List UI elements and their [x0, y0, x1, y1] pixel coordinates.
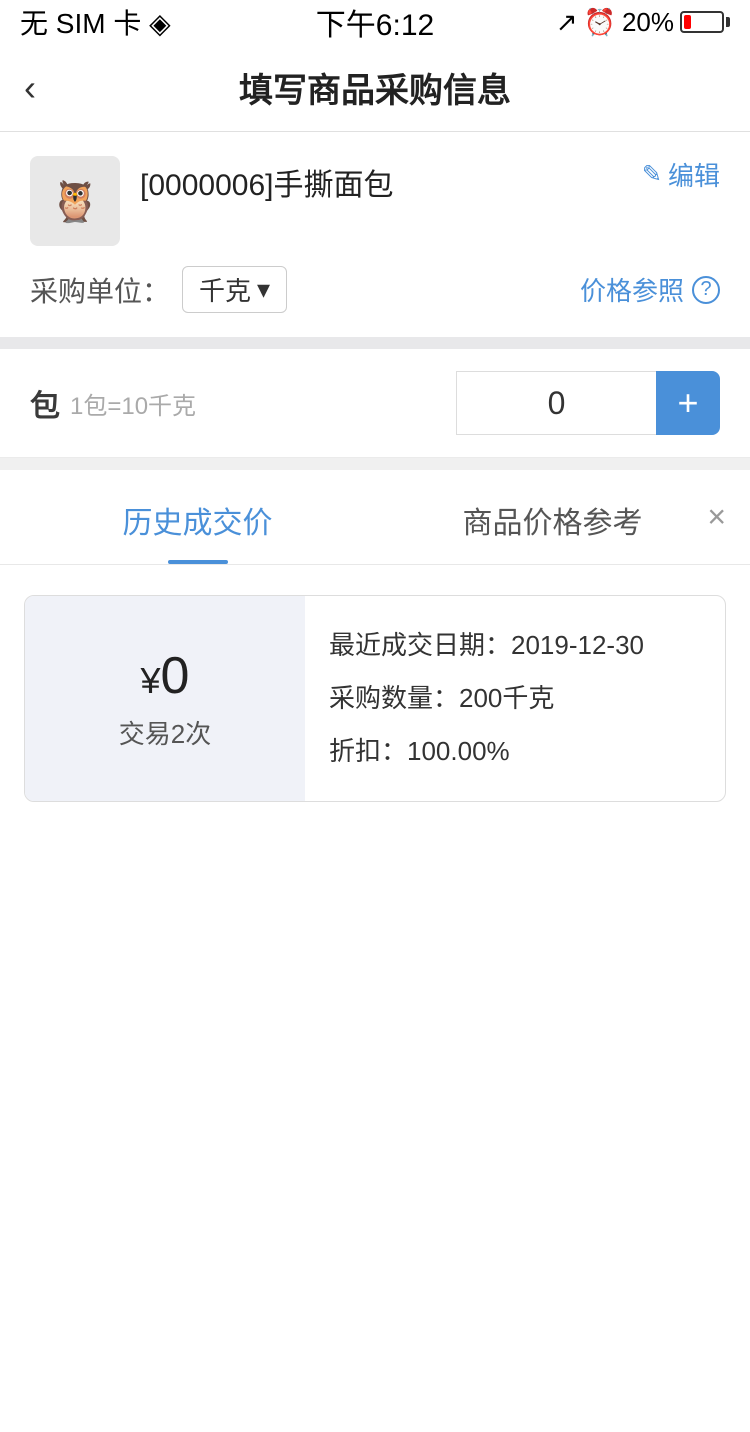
edit-label: 编辑: [668, 156, 720, 193]
status-bar: 无 SIM 卡 ◈ 下午6:12 ↗ ⏰ 20%: [0, 0, 750, 44]
recent-date-line: 最近成交日期：2019-12-30: [329, 626, 701, 665]
section-divider: [0, 337, 750, 349]
history-price-value: ¥0: [141, 646, 190, 706]
quantity-controls: 0 +: [456, 371, 720, 435]
unit-select[interactable]: 千克 ▾: [182, 266, 287, 313]
quantity-row: 包 1包=10千克 0 +: [0, 349, 750, 458]
purchase-quantity-line: 采购数量：200千克: [329, 679, 701, 718]
sim-status: 无 SIM 卡 ◈: [20, 2, 171, 42]
price-amount: 0: [161, 647, 190, 705]
discount-value: 100.00%: [407, 736, 510, 766]
quantity-unit-sub: 1包=10千克: [70, 386, 196, 421]
edit-button[interactable]: ✎ 编辑: [642, 156, 720, 193]
product-top: 🦉 [0000006]手撕面包 ✎ 编辑: [30, 156, 720, 246]
content-bottom: [0, 832, 750, 1432]
edit-icon: ✎: [642, 160, 662, 189]
discount-label: 折扣：: [329, 736, 407, 766]
battery-icon: [680, 11, 730, 33]
quantity-label: 包 1包=10千克: [30, 381, 196, 425]
help-icon: ?: [692, 276, 720, 304]
nav-header: ‹ 填写商品采购信息: [0, 44, 750, 132]
discount-line: 折扣：100.00%: [329, 732, 701, 771]
back-button[interactable]: ‹: [24, 67, 36, 109]
product-card: 🦉 [0000006]手撕面包 ✎ 编辑 采购单位： 千克 ▾ 价格参照 ?: [0, 132, 750, 337]
quantity-input[interactable]: 0: [456, 371, 656, 435]
product-left: 🦉 [0000006]手撕面包: [30, 156, 393, 246]
currency-symbol: ¥: [141, 660, 161, 701]
unit-value: 千克: [199, 271, 251, 308]
status-time: 下午6:12: [316, 0, 434, 44]
history-price-section: ¥0 交易2次: [25, 596, 305, 801]
page-title: 填写商品采购信息: [239, 63, 511, 112]
status-left: 无 SIM 卡 ◈: [20, 2, 171, 42]
recent-date-label: 最近成交日期：: [329, 630, 511, 660]
tabs-header: 历史成交价 商品价格参考 ×: [0, 470, 750, 565]
status-right: ↗ ⏰ 20%: [556, 7, 730, 38]
unit-row: 采购单位： 千克 ▾: [30, 266, 287, 313]
price-reference-button[interactable]: 价格参照 ?: [580, 271, 720, 308]
history-card: ¥0 交易2次 最近成交日期：2019-12-30 采购数量：200千克 折扣：…: [24, 595, 726, 802]
recent-date-value: 2019-12-30: [511, 630, 644, 660]
tab-close-button[interactable]: ×: [707, 499, 726, 536]
history-trades-count: 交易2次: [119, 714, 211, 751]
battery-percent: 20%: [622, 7, 674, 38]
product-logo-icon: 🦉: [50, 178, 100, 225]
quantity-unit-badge: 包: [30, 381, 60, 425]
history-details-section: 最近成交日期：2019-12-30 采购数量：200千克 折扣：100.00%: [305, 596, 725, 801]
tab-product-price-reference[interactable]: 商品价格参考: [375, 470, 730, 564]
alarm-icon: ⏰: [584, 7, 616, 38]
dropdown-arrow-icon: ▾: [257, 274, 270, 305]
quantity-detail-value: 200千克: [459, 683, 554, 713]
quantity-detail-label: 采购数量：: [329, 683, 459, 713]
history-content: ¥0 交易2次 最近成交日期：2019-12-30 采购数量：200千克 折扣：…: [0, 565, 750, 832]
quantity-plus-button[interactable]: +: [656, 371, 720, 435]
tab-history-price[interactable]: 历史成交价: [20, 470, 375, 564]
tabs-panel: 历史成交价 商品价格参考 × ¥0 交易2次 最近成交日期：2019-12-30…: [0, 470, 750, 832]
location-icon: ↗: [556, 7, 578, 38]
unit-label: 采购单位：: [30, 270, 170, 310]
price-ref-label: 价格参照: [580, 271, 684, 308]
product-bottom: 采购单位： 千克 ▾ 价格参照 ?: [30, 266, 720, 313]
product-name: [0000006]手撕面包: [140, 156, 393, 204]
product-thumbnail: 🦉: [30, 156, 120, 246]
